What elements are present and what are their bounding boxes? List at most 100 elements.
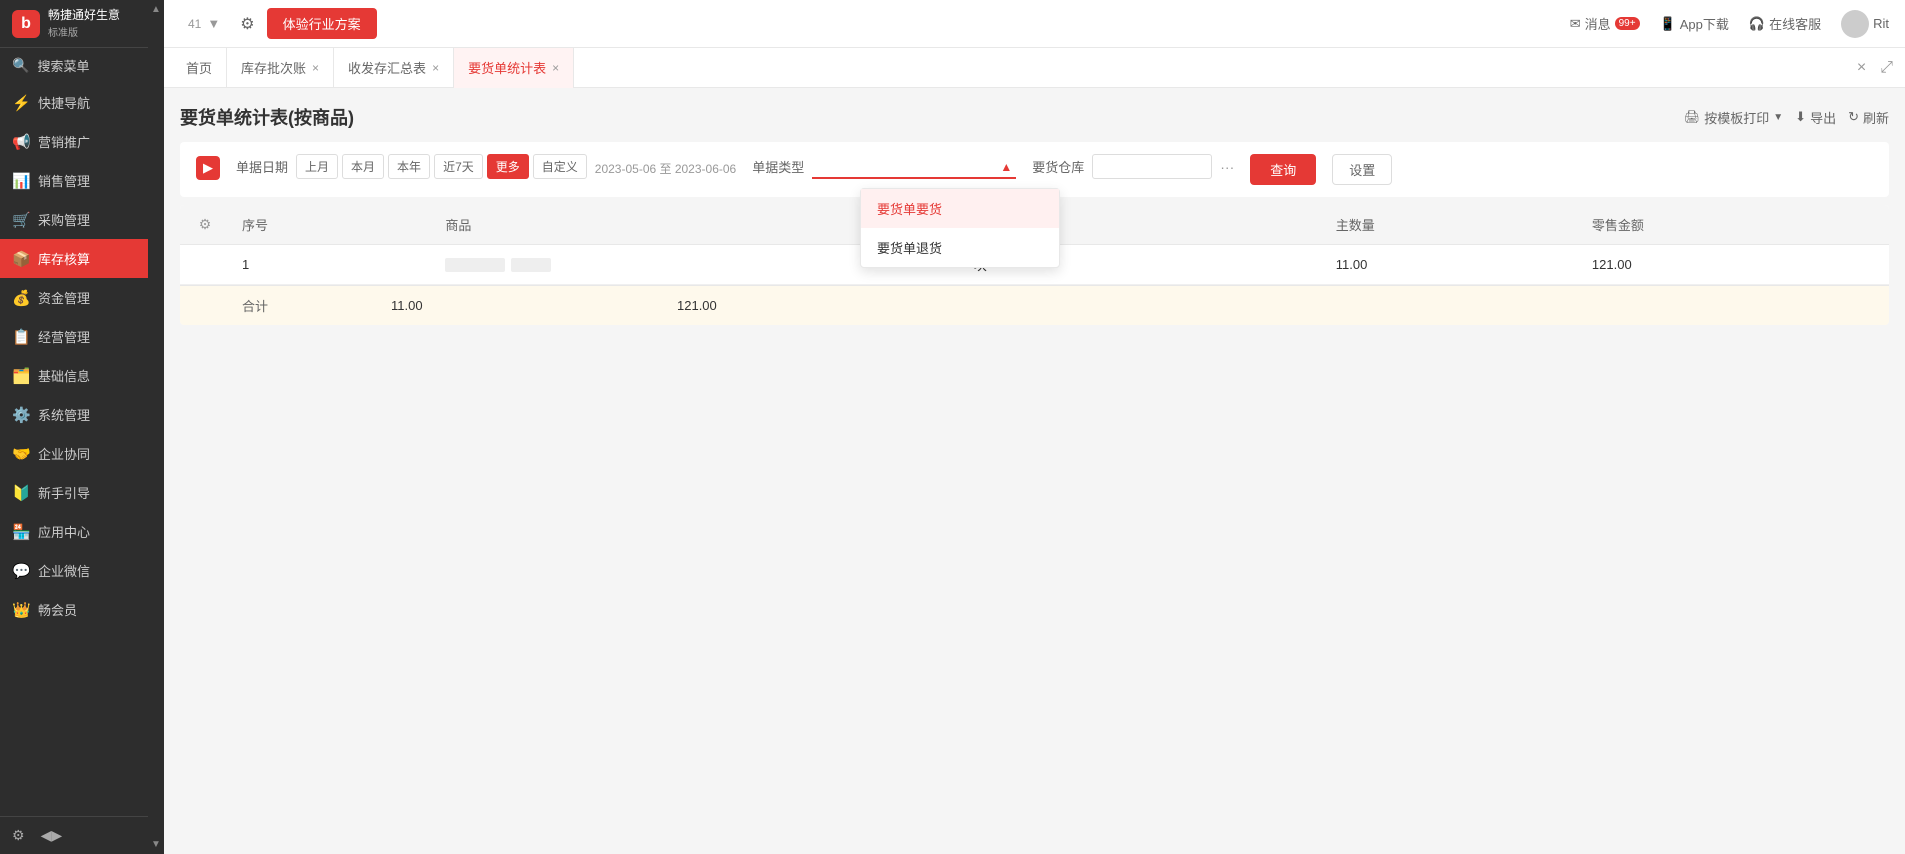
sidebar-scroll-rail: ▲ ▼ xyxy=(148,0,164,854)
sidebar-item-label: 库存核算 xyxy=(38,249,90,268)
type-filter-label: 单据类型 xyxy=(752,157,804,176)
page-header: 要货单统计表(按商品) 🖨 按模板打印 ▼ ⬇ 导出 ↻ 刷新 xyxy=(180,104,1889,130)
sidebar-item-member[interactable]: 👑 畅会员 xyxy=(0,590,148,629)
store-id: 41 xyxy=(188,17,201,31)
sidebar-item-appstore[interactable]: 🏪 应用中心 xyxy=(0,512,148,551)
wechat-icon: 💬 xyxy=(12,562,30,580)
header-left: 41 ▼ ⚙ 体验行业方案 xyxy=(180,8,377,39)
app-logo: b 畅捷通好生意 标准版 xyxy=(0,0,148,48)
export-icon: ⬇ xyxy=(1795,109,1806,125)
refresh-label: 刷新 xyxy=(1863,108,1889,127)
online-service-btn[interactable]: 🎧 在线客服 xyxy=(1749,14,1821,33)
header-right: ✉ 消息 99+ 📱 App下载 🎧 在线客服 Rit xyxy=(1570,10,1889,38)
tab-controls: × ⤢ xyxy=(1851,59,1897,77)
tab-inventory-batch-label: 库存批次账 xyxy=(241,58,306,77)
refresh-btn[interactable]: ↻ 刷新 xyxy=(1848,108,1889,127)
dropdown-item-return[interactable]: 要货单退货 xyxy=(861,228,1059,267)
date-more-btn[interactable]: 更多 xyxy=(487,154,529,179)
sidebar-item-marketing[interactable]: 📢 营销推广 xyxy=(0,122,148,161)
date-range-display: 2023-05-06 至 2023-06-06 xyxy=(595,160,736,177)
member-icon: 👑 xyxy=(12,601,30,619)
print-btn[interactable]: 🖨 按模板打印 ▼ xyxy=(1684,108,1783,127)
tab-order-stats-close[interactable]: × xyxy=(552,62,559,74)
header-settings-icon[interactable]: ⚙ xyxy=(240,14,254,34)
row-amount-cell: 121.00 xyxy=(1580,245,1889,285)
export-btn[interactable]: ⬇ 导出 xyxy=(1795,108,1836,127)
date-custom-btn[interactable]: 自定义 xyxy=(533,154,587,179)
tab-order-stats[interactable]: 要货单统计表 × xyxy=(454,48,574,88)
col-settings-header[interactable]: ⚙ xyxy=(180,205,230,245)
table-footer: 合计 11.00 121.00 xyxy=(180,285,1889,325)
sidebar-item-label: 系统管理 xyxy=(38,405,90,424)
finance-icon: 💰 xyxy=(12,289,30,307)
search-icon: 🔍 xyxy=(12,57,29,74)
sidebar-item-wechat[interactable]: 💬 企业微信 xyxy=(0,551,148,590)
store-selector[interactable]: 41 ▼ xyxy=(180,12,228,35)
user-avatar-btn[interactable]: Rit xyxy=(1841,10,1889,38)
print-arrow-icon: ▼ xyxy=(1773,112,1783,123)
scroll-down-btn[interactable]: ▼ xyxy=(151,839,161,850)
footer-amount: 121.00 xyxy=(677,298,777,313)
sidebar-item-label: 畅会员 xyxy=(38,600,77,619)
sidebar-item-basic[interactable]: 🗂️ 基础信息 xyxy=(0,356,148,395)
nav-menu: ⚡ 快捷导航 📢 营销推广 📊 销售管理 🛒 采购管理 📦 库存核算 💰 资金管… xyxy=(0,83,148,816)
export-label: 导出 xyxy=(1810,108,1836,127)
search-menu-label: 搜索菜单 xyxy=(37,56,89,75)
query-btn[interactable]: 查询 xyxy=(1250,154,1316,185)
warehouse-label: 要货仓库 xyxy=(1032,157,1084,176)
sidebar-item-cooperation[interactable]: 🤝 企业协同 xyxy=(0,434,148,473)
sidebar-item-inventory[interactable]: 📦 库存核算 xyxy=(0,239,148,278)
warehouse-input[interactable] xyxy=(1092,154,1212,179)
trial-btn[interactable]: 体验行业方案 xyxy=(267,8,377,39)
tab-bar: 首页 库存批次账 × 收发存汇总表 × 要货单统计表 × × ⤢ xyxy=(164,48,1905,88)
date-this-year-btn[interactable]: 本年 xyxy=(388,154,430,179)
tab-home[interactable]: 首页 xyxy=(172,48,227,88)
tab-sales-summary-label: 收发存汇总表 xyxy=(348,58,426,77)
type-select-input[interactable] xyxy=(812,154,1016,179)
col-settings-icon[interactable]: ⚙ xyxy=(199,216,212,232)
sidebar-item-guide[interactable]: 🔰 新手引导 xyxy=(0,473,148,512)
app-download-btn[interactable]: 📱 App下载 xyxy=(1660,14,1729,33)
sidebar-item-label: 应用中心 xyxy=(38,522,90,541)
product-tag-placeholder xyxy=(511,258,551,272)
filter-toggle-btn[interactable]: ▶ xyxy=(196,156,220,180)
print-label: 按模板打印 xyxy=(1704,108,1769,127)
sidebar-item-sales[interactable]: 📊 销售管理 xyxy=(0,161,148,200)
expand-tab-btn[interactable]: ⤢ xyxy=(1876,59,1897,77)
sidebar-item-operation[interactable]: 📋 经营管理 xyxy=(0,317,148,356)
sidebar-item-system[interactable]: ⚙️ 系统管理 xyxy=(0,395,148,434)
sidebar-item-quick-nav[interactable]: ⚡ 快捷导航 xyxy=(0,83,148,122)
sidebar-item-finance[interactable]: 💰 资金管理 xyxy=(0,278,148,317)
date-last-month-btn[interactable]: 上月 xyxy=(296,154,338,179)
page-title: 要货单统计表(按商品) xyxy=(180,104,354,130)
sidebar-item-label: 企业协同 xyxy=(38,444,90,463)
tab-sales-summary[interactable]: 收发存汇总表 × xyxy=(334,48,454,88)
dropdown-arrow-icon: ▼ xyxy=(207,16,220,31)
sidebar-item-purchase[interactable]: 🛒 采购管理 xyxy=(0,200,148,239)
marketing-icon: 📢 xyxy=(12,133,30,151)
close-all-tabs-btn[interactable]: × xyxy=(1851,59,1872,77)
message-btn[interactable]: ✉ 消息 99+ xyxy=(1570,14,1640,33)
setup-btn[interactable]: 设置 xyxy=(1332,154,1392,185)
date-this-month-btn[interactable]: 本月 xyxy=(342,154,384,179)
date-last-7-btn[interactable]: 近7天 xyxy=(434,154,483,179)
logo-icon: b xyxy=(12,10,40,38)
app-download-icon: 📱 xyxy=(1660,16,1676,32)
sidebar-settings-btn[interactable]: ⚙ xyxy=(12,827,25,844)
warehouse-more-btn[interactable]: ··· xyxy=(1220,159,1234,175)
avatar xyxy=(1841,10,1869,38)
search-menu[interactable]: 🔍 搜索菜单 xyxy=(0,48,148,83)
guide-icon: 🔰 xyxy=(12,484,30,502)
page-actions: 🖨 按模板打印 ▼ ⬇ 导出 ↻ 刷新 xyxy=(1684,108,1889,127)
scroll-up-btn[interactable]: ▲ xyxy=(151,4,161,15)
tab-inventory-batch-close[interactable]: × xyxy=(312,62,319,74)
dropdown-item-requisition[interactable]: 要货单要货 xyxy=(861,189,1059,228)
tab-sales-summary-close[interactable]: × xyxy=(432,62,439,74)
sidebar-toggle-btn[interactable]: ◀▶ xyxy=(41,827,63,844)
sidebar-bottom: ⚙ ◀▶ xyxy=(0,816,148,854)
message-icon: ✉ xyxy=(1570,16,1581,32)
tab-inventory-batch[interactable]: 库存批次账 × xyxy=(227,48,334,88)
sidebar-item-label: 营销推广 xyxy=(38,132,90,151)
filter-bar: ▶ 单据日期 上月 本月 本年 近7天 更多 自定义 2023-05-06 至 … xyxy=(180,142,1889,197)
system-icon: ⚙️ xyxy=(12,406,30,424)
